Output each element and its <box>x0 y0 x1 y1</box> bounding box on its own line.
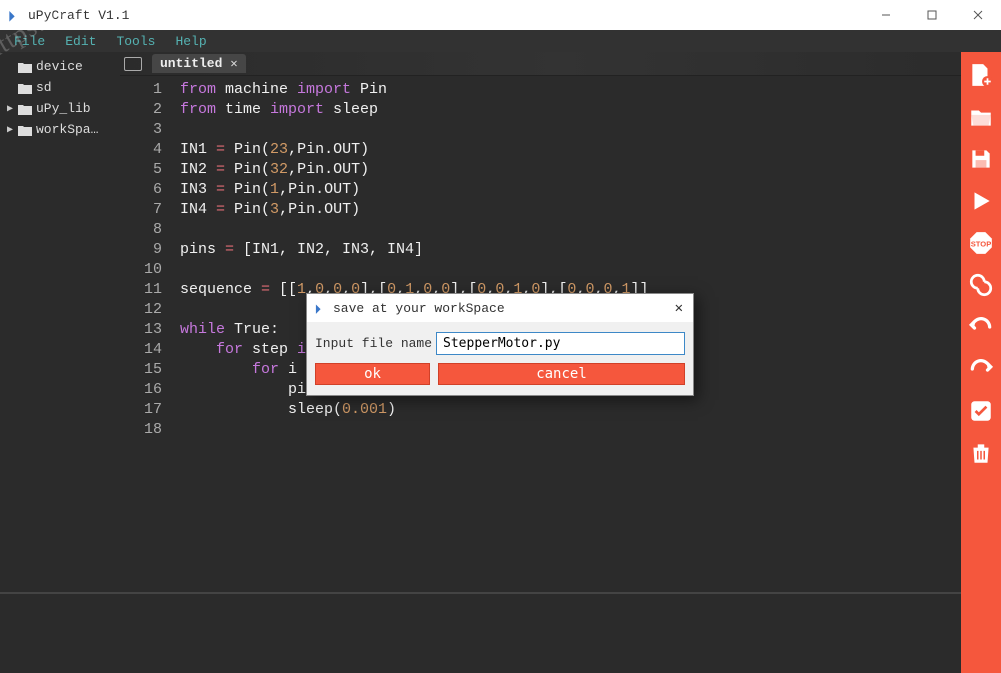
save-file-button[interactable] <box>966 144 996 174</box>
window-title: uPyCraft V1.1 <box>28 8 129 23</box>
folder-icon <box>18 103 32 115</box>
tree-item-sd[interactable]: sd <box>0 77 120 98</box>
folder-icon <box>18 61 32 73</box>
filename-label: Input file name <box>315 336 432 351</box>
right-toolbar: STOP <box>961 52 1001 673</box>
menu-bar: File Edit Tools Help <box>0 30 1001 52</box>
tree-label: uPy_lib <box>36 101 91 116</box>
maximize-button[interactable] <box>909 0 955 30</box>
undo-button[interactable] <box>966 312 996 342</box>
title-bar: uPyCraft V1.1 <box>0 0 1001 30</box>
tree-item-device[interactable]: device <box>0 56 120 77</box>
save-dialog: save at your workSpace ✕ Input file name… <box>306 293 694 396</box>
tree-item-workspace[interactable]: ▶ workSpa… <box>0 119 120 140</box>
file-tree: device sd ▶ uPy_lib ▶ workSpa… <box>0 52 120 592</box>
folder-icon <box>18 124 32 136</box>
line-gutter: 123456789101112131415161718 <box>120 76 172 592</box>
open-file-button[interactable] <box>966 102 996 132</box>
tab-bar: untitled ✕ <box>120 52 1001 76</box>
app-icon <box>6 7 22 23</box>
connect-button[interactable] <box>966 270 996 300</box>
dialog-titlebar: save at your workSpace ✕ <box>307 294 693 322</box>
redo-button[interactable] <box>966 354 996 384</box>
tree-label: workSpa… <box>36 122 98 137</box>
console-panel[interactable] <box>0 592 1001 673</box>
dialog-close-button[interactable]: ✕ <box>671 300 687 317</box>
tab-close-icon[interactable]: ✕ <box>230 56 237 71</box>
editor-tab[interactable]: untitled ✕ <box>152 54 246 73</box>
folder-icon <box>18 82 32 94</box>
dialog-title: save at your workSpace <box>333 301 505 316</box>
ok-button[interactable]: ok <box>315 363 430 385</box>
tree-label: device <box>36 59 83 74</box>
menu-edit[interactable]: Edit <box>57 32 104 51</box>
monitor-icon[interactable] <box>124 57 142 71</box>
syntax-check-button[interactable] <box>966 396 996 426</box>
stop-button[interactable]: STOP <box>966 228 996 258</box>
minimize-button[interactable] <box>863 0 909 30</box>
run-button[interactable] <box>966 186 996 216</box>
menu-help[interactable]: Help <box>167 32 214 51</box>
tree-item-upylib[interactable]: ▶ uPy_lib <box>0 98 120 119</box>
new-file-button[interactable] <box>966 60 996 90</box>
tab-label: untitled <box>160 56 222 71</box>
filename-input[interactable] <box>436 332 685 355</box>
clear-button[interactable] <box>966 438 996 468</box>
close-button[interactable] <box>955 0 1001 30</box>
tree-label: sd <box>36 80 52 95</box>
cancel-button[interactable]: cancel <box>438 363 685 385</box>
menu-tools[interactable]: Tools <box>108 32 163 51</box>
svg-text:STOP: STOP <box>971 239 992 248</box>
menu-file[interactable]: File <box>6 32 53 51</box>
dialog-app-icon <box>313 301 327 315</box>
